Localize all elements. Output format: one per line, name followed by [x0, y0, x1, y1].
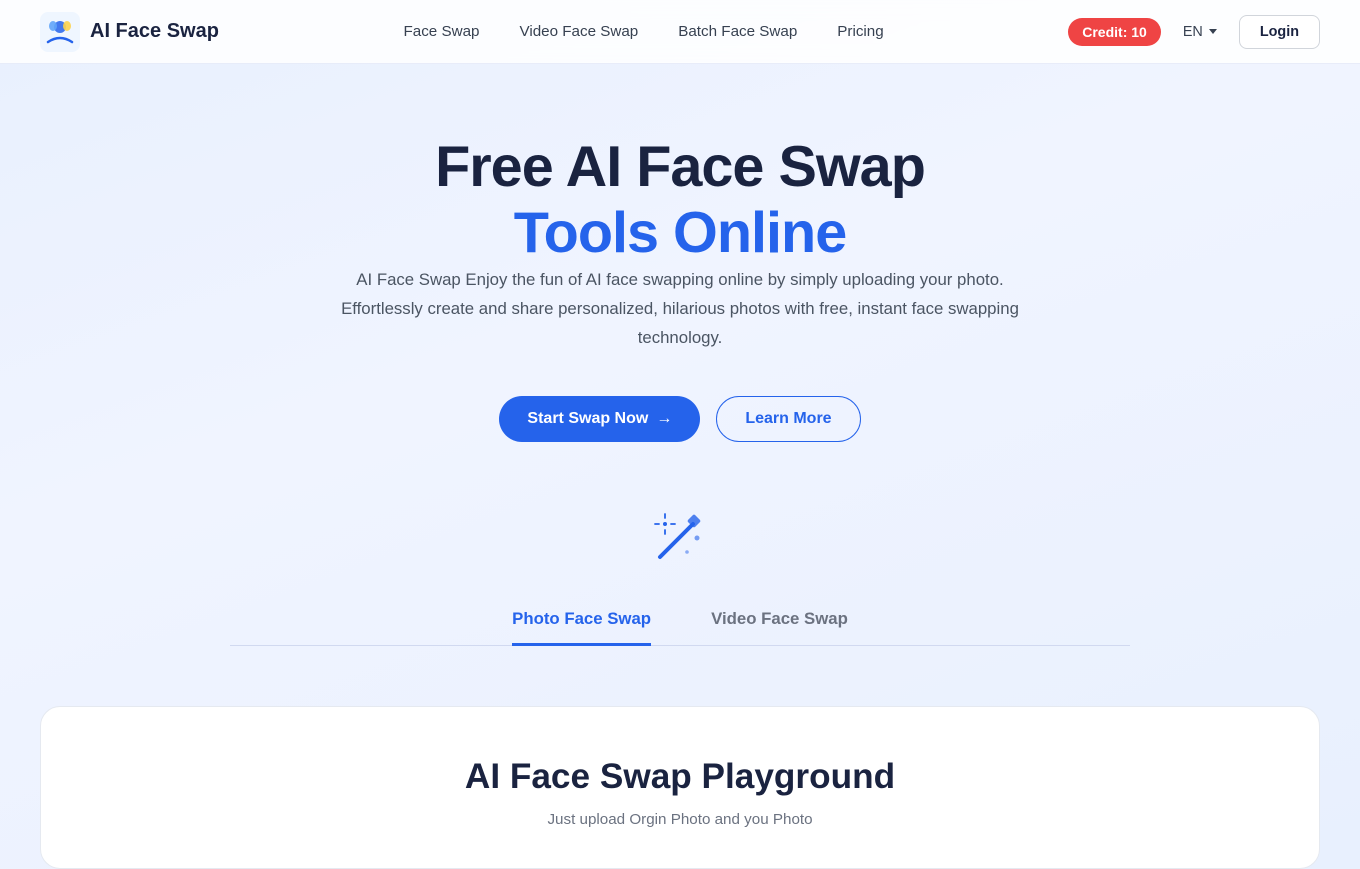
tab-video-face-swap[interactable]: Video Face Swap — [711, 609, 848, 646]
nav-video-face-swap[interactable]: Video Face Swap — [503, 15, 654, 48]
arrow-right-icon: → — [656, 410, 672, 428]
hero-title-blue: Tools Online — [514, 201, 847, 265]
hero-subtitle: AI Face Swap Enjoy the fun of AI face sw… — [330, 266, 1030, 352]
credit-badge[interactable]: Credit: 10 — [1068, 18, 1161, 46]
logo[interactable]: AI Face Swap — [40, 12, 219, 52]
tab-photo-face-swap[interactable]: Photo Face Swap — [512, 609, 651, 646]
start-swap-label: Start Swap Now — [527, 410, 648, 428]
playground-title: AI Face Swap Playground — [81, 757, 1279, 797]
hero-section: Free AI Face Swap Tools Online AI Face S… — [0, 64, 1360, 676]
hero-title-line2: Tools Online — [514, 200, 847, 266]
nav-face-swap[interactable]: Face Swap — [387, 15, 495, 48]
magic-icon-area — [645, 502, 715, 577]
hero-title-line1: Free AI Face Swap — [435, 134, 925, 200]
language-label: EN — [1183, 24, 1203, 40]
playground-subtitle: Just upload Orgin Photo and you Photo — [81, 811, 1279, 828]
learn-more-button[interactable]: Learn More — [716, 396, 860, 442]
playground-section: AI Face Swap Playground Just upload Orgi… — [40, 706, 1320, 869]
logo-icon — [40, 12, 80, 52]
chevron-down-icon — [1209, 29, 1217, 34]
nav-batch-face-swap[interactable]: Batch Face Swap — [662, 15, 813, 48]
language-selector[interactable]: EN — [1173, 18, 1227, 46]
nav-right: Credit: 10 EN Login — [1068, 15, 1320, 49]
magic-wand-icon — [645, 502, 715, 572]
start-swap-button[interactable]: Start Swap Now → — [499, 396, 700, 442]
brand-name: AI Face Swap — [90, 20, 219, 43]
tabs-area: Photo Face Swap Video Face Swap — [230, 609, 1130, 646]
hero-title-black: Free AI Face Swap — [435, 135, 925, 199]
login-button[interactable]: Login — [1239, 15, 1320, 49]
navbar: AI Face Swap Face Swap Video Face Swap B… — [0, 0, 1360, 64]
hero-buttons: Start Swap Now → Learn More — [499, 396, 860, 442]
nav-links: Face Swap Video Face Swap Batch Face Swa… — [387, 15, 899, 48]
nav-pricing[interactable]: Pricing — [821, 15, 899, 48]
